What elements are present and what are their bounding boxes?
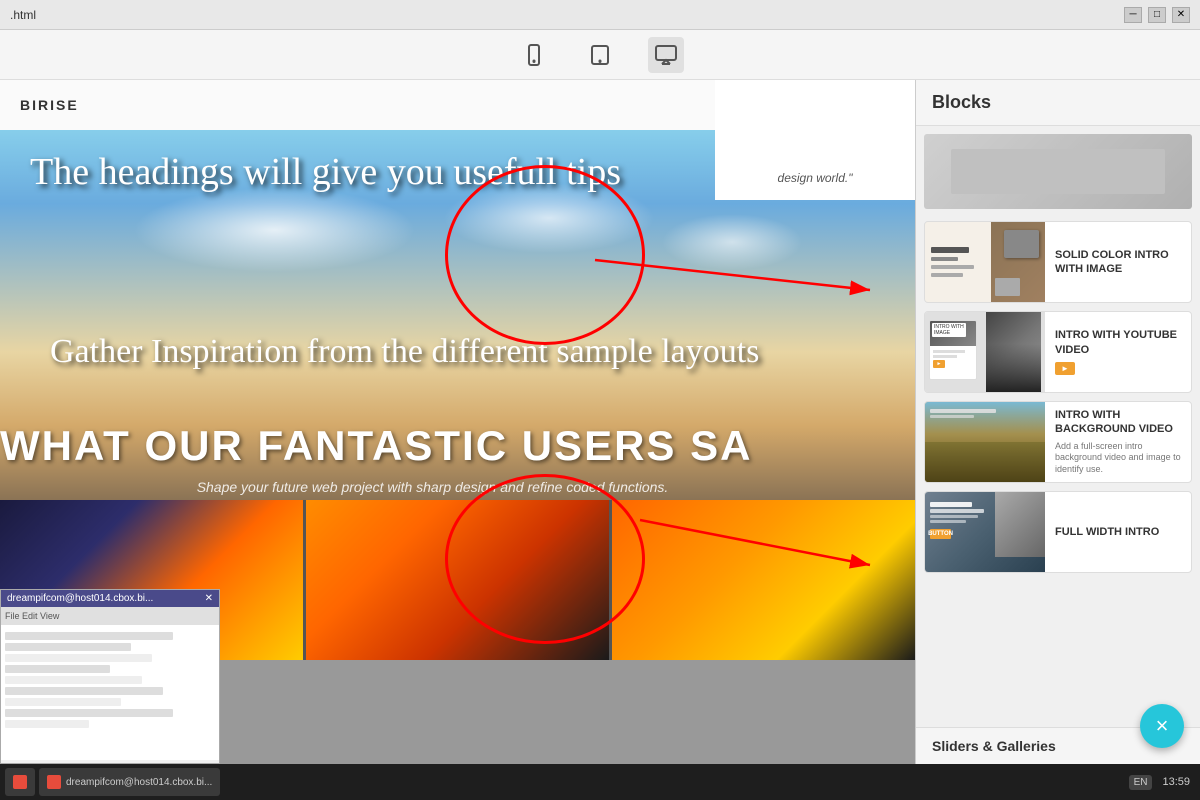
taskbar-lang: EN bbox=[1129, 775, 1153, 790]
close-button[interactable]: ✕ bbox=[1172, 7, 1190, 23]
block-info-solid-color: SOLID COLOR INTRO WITH IMAGE bbox=[1045, 222, 1191, 302]
taskbar-start-icon bbox=[13, 775, 27, 789]
block-info-bg-video: INTRO WITH BACKGROUND VIDEO Add a full-s… bbox=[1045, 402, 1191, 482]
chat-body: File Edit View bbox=[1, 607, 219, 760]
taskbar-chat-icon bbox=[47, 775, 61, 789]
page-preview: BIRISE design world." The headings will … bbox=[0, 80, 915, 764]
taskbar-time: 13:59 bbox=[1162, 776, 1190, 788]
chat-title-bar: dreampifcom@host014.cbox.bi... ✕ bbox=[1, 590, 219, 607]
chat-content bbox=[1, 625, 219, 735]
block-card-solid-color[interactable]: SOLID COLOR INTRO WITH IMAGE bbox=[924, 221, 1192, 303]
chat-close-btn[interactable]: ✕ bbox=[205, 593, 213, 604]
window-controls: ─ □ ✕ bbox=[1124, 7, 1190, 23]
block-preview-solid-color bbox=[925, 222, 1045, 302]
taskbar-chat-item[interactable]: dreampifcom@host014.cbox.bi... bbox=[39, 768, 220, 796]
preview-quote-text: design world." bbox=[778, 171, 853, 185]
fab-button[interactable]: × bbox=[1140, 704, 1184, 748]
block-card-full-width[interactable]: BUTTON FULL WIDTH INTRO bbox=[924, 491, 1192, 573]
block-title-full-width: FULL WIDTH INTRO bbox=[1055, 525, 1159, 539]
tablet-view-button[interactable] bbox=[582, 37, 618, 73]
preview-heading-2: Gather Inspiration from the different sa… bbox=[50, 330, 759, 374]
preview-logo: BIRISE bbox=[20, 97, 79, 113]
windows-taskbar: dreampifcom@host014.cbox.bi... EN 13:59 bbox=[0, 764, 1200, 800]
block-preview-bg-video bbox=[925, 402, 1045, 482]
device-toolbar bbox=[0, 30, 1200, 80]
block-desc-bg-video: Add a full-screen intro background video… bbox=[1055, 441, 1181, 476]
minimize-button[interactable]: ─ bbox=[1124, 7, 1142, 23]
chat-window[interactable]: dreampifcom@host014.cbox.bi... ✕ File Ed… bbox=[0, 589, 220, 764]
block-title-youtube: INTRO WITH YOUTUBE VIDEO bbox=[1055, 328, 1181, 357]
preview-thumb-3 bbox=[609, 500, 915, 660]
preview-heading-1: The headings will give you usefull tips bbox=[30, 150, 621, 196]
block-preview-full-width: BUTTON bbox=[925, 492, 1045, 572]
block-btn-youtube[interactable]: ► bbox=[1055, 362, 1075, 375]
chat-toolbar-items: File Edit View bbox=[5, 611, 59, 621]
preview-users-say: WHAT OUR FANTASTIC USERS SA bbox=[0, 422, 865, 470]
chat-toolbar: File Edit View bbox=[1, 607, 219, 625]
right-panel: Blocks bbox=[915, 80, 1200, 764]
canvas-area: BIRISE design world." The headings will … bbox=[0, 80, 915, 764]
block-card-top-partial[interactable] bbox=[924, 134, 1192, 209]
block-card-youtube[interactable]: INTRO WITHIMAGE ► bbox=[924, 311, 1192, 393]
desktop-view-button[interactable] bbox=[648, 37, 684, 73]
preview-quote-box: design world." bbox=[715, 80, 915, 200]
taskbar-start[interactable] bbox=[5, 768, 35, 796]
main-area: BIRISE design world." The headings will … bbox=[0, 80, 1200, 764]
block-card-bg-video[interactable]: INTRO WITH BACKGROUND VIDEO Add a full-s… bbox=[924, 401, 1192, 483]
mobile-view-button[interactable] bbox=[516, 37, 552, 73]
title-bar: .html ─ □ ✕ bbox=[0, 0, 1200, 30]
title-filename: .html bbox=[10, 8, 36, 22]
taskbar-right: EN 13:59 bbox=[1129, 775, 1195, 790]
preview-thumb-2 bbox=[303, 500, 609, 660]
block-title-solid-color: SOLID COLOR INTRO WITH IMAGE bbox=[1055, 248, 1181, 277]
block-title-bg-video: INTRO WITH BACKGROUND VIDEO bbox=[1055, 408, 1181, 437]
taskbar-chat-label: dreampifcom@host014.cbox.bi... bbox=[66, 777, 212, 788]
chat-window-title: dreampifcom@host014.cbox.bi... bbox=[7, 593, 153, 604]
block-info-full-width: FULL WIDTH INTRO bbox=[1045, 492, 1191, 572]
block-preview-youtube: INTRO WITHIMAGE ► bbox=[925, 312, 1045, 392]
block-info-youtube: INTRO WITH YOUTUBE VIDEO ► bbox=[1045, 312, 1191, 392]
preview-tagline: Shape your future web project with sharp… bbox=[0, 479, 865, 495]
panel-header: Blocks bbox=[916, 80, 1200, 126]
maximize-button[interactable]: □ bbox=[1148, 7, 1166, 23]
blocks-list: SOLID COLOR INTRO WITH IMAGE INTRO WITHI… bbox=[916, 126, 1200, 727]
